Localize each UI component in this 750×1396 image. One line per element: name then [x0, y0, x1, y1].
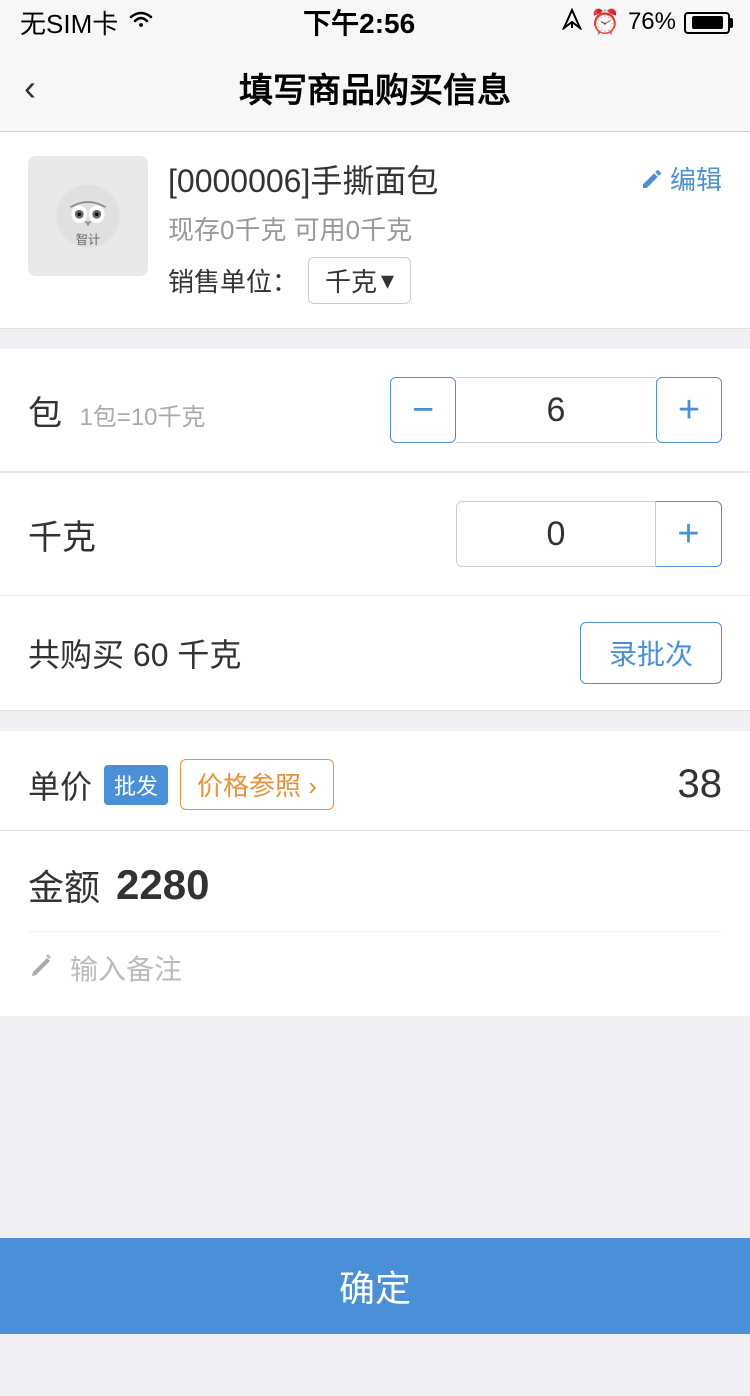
- note-placeholder: 输入备注: [70, 948, 182, 988]
- kg-plus-button[interactable]: +: [656, 501, 722, 567]
- amount-value: 2280: [116, 861, 209, 909]
- batch-button[interactable]: 录批次: [580, 622, 722, 684]
- battery-icon: [684, 8, 730, 36]
- bao-label-group: 包 1包=10千克: [28, 386, 390, 435]
- bao-sublabel: 1包=10千克: [79, 404, 205, 431]
- wifi-icon: [126, 7, 156, 38]
- amount-section: 金额 2280 输入备注: [0, 831, 750, 1016]
- price-ref-button[interactable]: 价格参照 ›: [180, 759, 334, 810]
- carrier-text: 无SIM卡: [20, 4, 118, 41]
- price-value: 38: [678, 762, 723, 807]
- product-card: 智计 [0000006]手撕面包 现存0千克 可用0千克 销售单位： 千克 ▾ …: [0, 132, 750, 329]
- unit-select[interactable]: 千克 ▾: [308, 257, 411, 304]
- bottom-area: [0, 1016, 750, 1396]
- product-unit-row: 销售单位： 千克 ▾: [168, 257, 722, 304]
- status-right: ⏰ 76%: [562, 8, 730, 37]
- status-bar: 无SIM卡 下午2:56 ⏰ 76%: [0, 0, 750, 44]
- svg-text:智计: 智计: [76, 232, 101, 247]
- bao-quantity-input[interactable]: [456, 377, 656, 443]
- battery-percent: 76%: [628, 8, 676, 36]
- edit-label: 编辑: [670, 160, 722, 197]
- bao-quantity-control: − +: [390, 377, 722, 443]
- kg-quantity-control: +: [456, 501, 722, 567]
- chevron-down-icon: ▾: [381, 265, 394, 296]
- product-logo: 智计: [53, 181, 123, 251]
- bao-input-section: 包 1包=10千克 − +: [0, 349, 750, 472]
- confirm-button[interactable]: 确定: [0, 1238, 750, 1334]
- note-icon: [28, 950, 58, 987]
- amount-row: 金额 2280: [28, 859, 722, 931]
- product-info: [0000006]手撕面包 现存0千克 可用0千克 销售单位： 千克 ▾: [168, 156, 722, 304]
- edit-button[interactable]: 编辑: [640, 160, 722, 197]
- time-display: 下午2:56: [303, 2, 415, 42]
- kg-input-section: 千克 +: [0, 473, 750, 596]
- summary-text: 共购买 60 千克: [28, 630, 241, 676]
- product-stock: 现存0千克 可用0千克: [168, 210, 722, 247]
- price-tag-pifa: 批发: [104, 765, 168, 805]
- alarm-icon: ⏰: [590, 8, 620, 37]
- section-divider-2: [0, 711, 750, 731]
- kg-quantity-input[interactable]: [456, 501, 656, 567]
- unit-label: 销售单位：: [168, 262, 298, 299]
- product-image: 智计: [28, 156, 148, 276]
- status-left: 无SIM卡: [20, 4, 156, 41]
- price-label: 单价: [28, 762, 92, 808]
- note-row[interactable]: 输入备注: [28, 931, 722, 1016]
- section-divider-1: [0, 329, 750, 349]
- price-section: 单价 批发 价格参照 › 38: [0, 731, 750, 831]
- nav-bar: ‹ 填写商品购买信息: [0, 44, 750, 132]
- price-left: 单价 批发 价格参照 ›: [28, 759, 334, 810]
- edit-icon: [640, 167, 664, 191]
- bao-minus-button[interactable]: −: [390, 377, 456, 443]
- bao-label: 包: [28, 395, 62, 433]
- page-title: 填写商品购买信息: [239, 63, 511, 112]
- back-button[interactable]: ‹: [24, 67, 36, 109]
- product-name: [0000006]手撕面包: [168, 156, 722, 202]
- location-icon: [562, 8, 582, 37]
- kg-row: 千克 +: [0, 473, 750, 596]
- kg-label: 千克: [28, 510, 456, 559]
- bao-row: 包 1包=10千克 − +: [0, 349, 750, 472]
- amount-label: 金额: [28, 859, 100, 911]
- bao-plus-button[interactable]: +: [656, 377, 722, 443]
- summary-section: 共购买 60 千克 录批次: [0, 596, 750, 711]
